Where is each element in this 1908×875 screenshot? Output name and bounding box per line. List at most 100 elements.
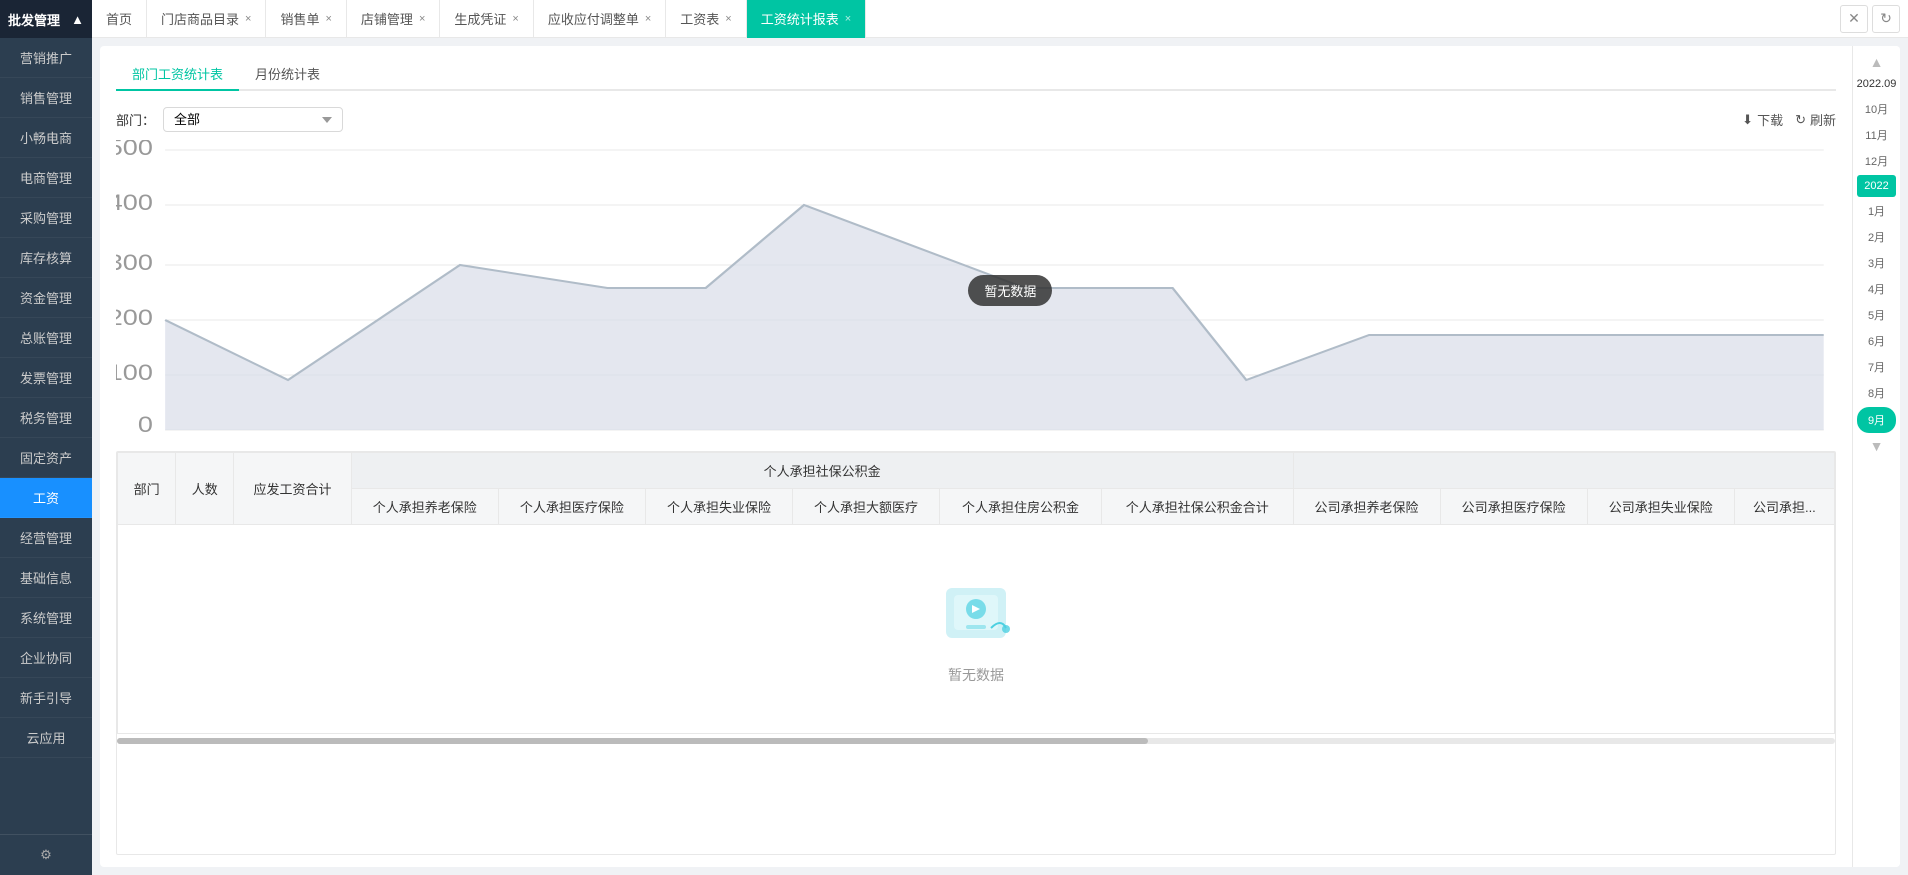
chart-area: 500 400 300 200 100 0 暂 (116, 140, 1836, 443)
page-content: 部门工资统计表 月份统计表 部门： 全部 ⬇ 下载 ↻ (100, 46, 1852, 867)
year-badge[interactable]: 2022 (1857, 175, 1896, 197)
empty-icon (936, 573, 1016, 653)
refresh-button[interactable]: ↻ 刷新 (1795, 110, 1836, 129)
sidebar-item-企业协同[interactable]: 企业协同 (0, 638, 92, 678)
sidebar-item-经营管理[interactable]: 经营管理 (0, 518, 92, 558)
tab-label: 首页 (106, 9, 132, 28)
sidebar-collapse-icon: ▲ (71, 12, 84, 27)
tab-销售单[interactable]: 销售单× (266, 0, 346, 38)
sidebar-item-云应用[interactable]: 云应用 (0, 718, 92, 758)
empty-state-cell: 暂无数据 (118, 525, 1835, 734)
download-label: 下载 (1757, 110, 1783, 129)
chart-no-data-tooltip: 暂无数据 (968, 275, 1052, 306)
sidebar-item-销售管理[interactable]: 销售管理 (0, 78, 92, 118)
refresh-label: 刷新 (1810, 110, 1836, 129)
sidebar-item-采购管理[interactable]: 采购管理 (0, 198, 92, 238)
table-scrollbar[interactable] (117, 738, 1835, 744)
panel-down-arrow[interactable]: ▼ (1866, 434, 1888, 458)
tab-首页[interactable]: 首页 (92, 0, 147, 38)
sidebar-item-系统管理[interactable]: 系统管理 (0, 598, 92, 638)
right-panel: ▲ 2022.09 10月11月12月20221月2月3月4月5月6月7月8月9… (1852, 46, 1900, 867)
sidebar-item-小畅电商[interactable]: 小畅电商 (0, 118, 92, 158)
tab-店铺管理[interactable]: 店铺管理 × (347, 0, 440, 38)
sidebar-settings[interactable]: ⚙ (0, 834, 92, 875)
month-item[interactable]: 8月 (1853, 380, 1900, 406)
sidebar-item-库存核算[interactable]: 库存核算 (0, 238, 92, 278)
active-month-item[interactable]: 9月 (1857, 407, 1896, 433)
month-item[interactable]: 7月 (1853, 354, 1900, 380)
svg-text:300: 300 (116, 251, 153, 275)
sidebar-item-工资[interactable]: 工资 (0, 478, 92, 518)
tab-close-icon[interactable]: × (725, 13, 731, 25)
tab-close-icon[interactable]: × (512, 13, 518, 25)
empty-state: 暂无数据 (130, 533, 1822, 725)
download-icon: ⬇ (1742, 112, 1753, 128)
th-col: 公司承担... (1734, 489, 1834, 525)
month-item[interactable]: 11月 (1853, 122, 1900, 148)
toolbar-row: 部门： 全部 ⬇ 下载 ↻ 刷新 (116, 107, 1836, 132)
refresh-tab-button[interactable]: ↻ (1872, 5, 1900, 33)
tab-close-icon[interactable]: × (245, 13, 251, 25)
refresh-icon: ↻ (1795, 112, 1806, 128)
toolbar-actions: ⬇ 下载 ↻ 刷新 (1742, 110, 1836, 129)
th-col: 个人承担医疗保险 (498, 489, 645, 525)
table-row: 暂无数据 (118, 525, 1835, 734)
tab-bar: 首页门店商品目录×销售单×店铺管理×生成凭证×应收应付调整单×工资表×工资统计报… (92, 0, 1908, 38)
panel-up-arrow[interactable]: ▲ (1866, 50, 1888, 74)
th-personal-insurance-group: 个人承担社保公积金 (351, 453, 1293, 489)
sub-tab-dept[interactable]: 部门工资统计表 (116, 58, 239, 91)
tab-应收应付调整单[interactable]: 应收应付调整单 × (534, 0, 666, 38)
sidebar-item-总账管理[interactable]: 总账管理 (0, 318, 92, 358)
sidebar-item-发票管理[interactable]: 发票管理 (0, 358, 92, 398)
tab-门店商品目录[interactable]: 门店商品目录 × (147, 0, 266, 38)
main-area: 首页门店商品目录×销售单×店铺管理×生成凭证×应收应付调整单×工资表×工资统计报… (92, 0, 1908, 875)
dept-filter-label: 部门： (116, 110, 155, 129)
month-item[interactable]: 4月 (1853, 276, 1900, 302)
sub-tab-month[interactable]: 月份统计表 (239, 58, 336, 91)
dept-select[interactable]: 全部 (163, 107, 343, 132)
tab-label: 店铺管理 (361, 9, 413, 28)
month-item[interactable]: 10月 (1853, 96, 1900, 122)
sidebar-item-电商管理[interactable]: 电商管理 (0, 158, 92, 198)
tab-close-icon[interactable]: × (419, 13, 425, 25)
sidebar-item-营销推广[interactable]: 营销推广 (0, 38, 92, 78)
sidebar-item-基础信息[interactable]: 基础信息 (0, 558, 92, 598)
sidebar-item-资金管理[interactable]: 资金管理 (0, 278, 92, 318)
tab-label: 应收应付调整单 (548, 9, 639, 28)
content-area: 部门工资统计表 月份统计表 部门： 全部 ⬇ 下载 ↻ (100, 46, 1900, 867)
svg-text:500: 500 (116, 140, 153, 160)
download-button[interactable]: ⬇ 下载 (1742, 110, 1783, 129)
sidebar-item-税务管理[interactable]: 税务管理 (0, 398, 92, 438)
month-item[interactable]: 1月 (1853, 198, 1900, 224)
svg-text:100: 100 (116, 361, 153, 385)
tab-close-icon[interactable]: × (325, 13, 331, 25)
tab-label: 工资统计报表 (761, 9, 839, 28)
close-all-button[interactable]: ✕ (1840, 5, 1868, 33)
th-total-salary: 应发工资合计 (234, 453, 351, 525)
tab-close-icon[interactable]: × (645, 13, 651, 25)
tab-close-icon[interactable]: × (845, 13, 851, 25)
sub-tabs: 部门工资统计表 月份统计表 (116, 58, 1836, 91)
sidebar: 批发管理 ▲ 营销推广销售管理小畅电商电商管理采购管理库存核算资金管理总账管理发… (0, 0, 92, 875)
tab-生成凭证[interactable]: 生成凭证× (440, 0, 533, 38)
tab-工资表[interactable]: 工资表× (666, 0, 746, 38)
month-item[interactable]: 3月 (1853, 250, 1900, 276)
th-col: 公司承担失业保险 (1587, 489, 1734, 525)
year-label: 2022.09 (1855, 74, 1899, 94)
month-item[interactable]: 12月 (1853, 148, 1900, 174)
tab-工资统计报表[interactable]: 工资统计报表 × (747, 0, 866, 38)
tab-label: 门店商品目录 (161, 9, 239, 28)
filter-row: 部门： 全部 (116, 107, 343, 132)
sidebar-item-固定资产[interactable]: 固定资产 (0, 438, 92, 478)
month-item[interactable]: 2月 (1853, 224, 1900, 250)
th-company-insurance-group (1293, 453, 1834, 489)
month-item[interactable]: 6月 (1853, 328, 1900, 354)
month-item[interactable]: 5月 (1853, 302, 1900, 328)
th-count: 人数 (176, 453, 234, 525)
th-col: 个人承担失业保险 (645, 489, 792, 525)
table-wrapper[interactable]: 部门 人数 应发工资合计 个人承担社保公积金 个人承担养老保险个人承担医疗保险个… (116, 451, 1836, 855)
th-dept: 部门 (118, 453, 176, 525)
sidebar-header[interactable]: 批发管理 ▲ (0, 0, 92, 38)
empty-text: 暂无数据 (948, 665, 1004, 685)
sidebar-item-新手引导[interactable]: 新手引导 (0, 678, 92, 718)
